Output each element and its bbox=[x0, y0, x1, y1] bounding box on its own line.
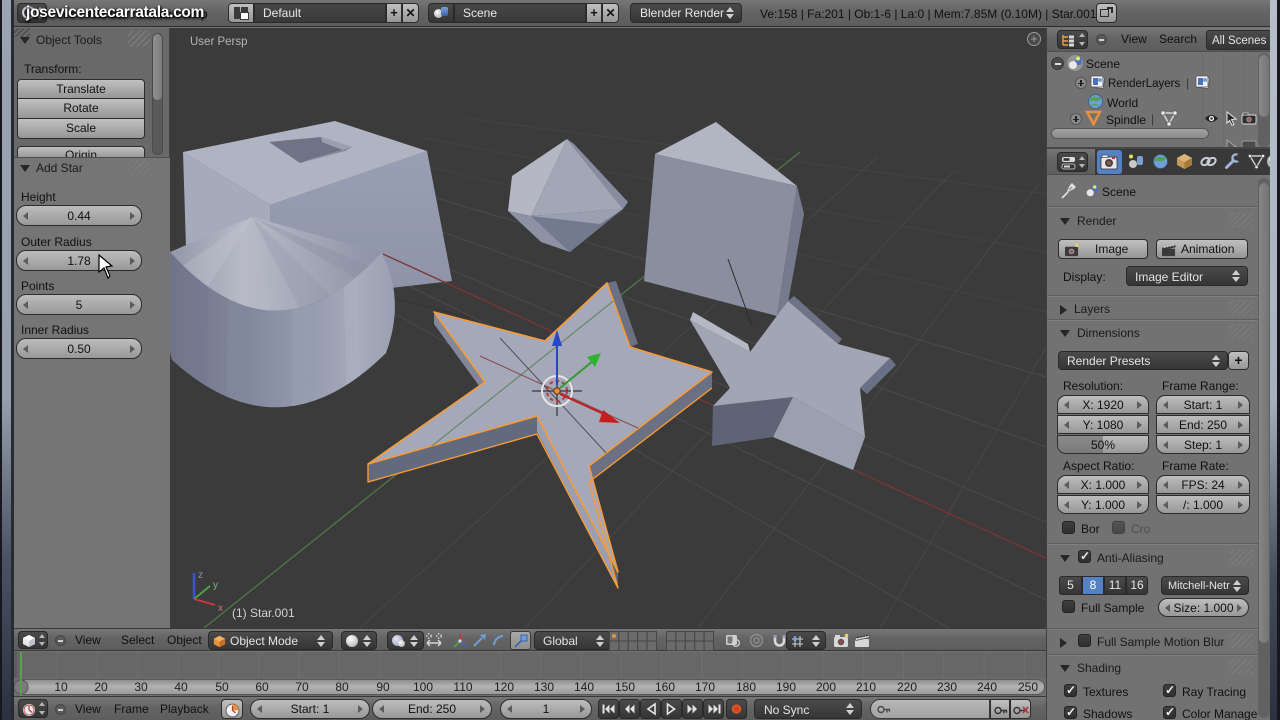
svg-text:10: 10 bbox=[54, 680, 68, 694]
svg-text:120: 120 bbox=[494, 680, 514, 694]
svg-text:60: 60 bbox=[255, 680, 269, 694]
svg-text:180: 180 bbox=[736, 680, 756, 694]
svg-text:x: x bbox=[218, 603, 223, 614]
svg-text:230: 230 bbox=[937, 680, 957, 694]
svg-text:250: 250 bbox=[1018, 680, 1038, 694]
svg-text:y: y bbox=[213, 580, 218, 591]
svg-text:210: 210 bbox=[856, 680, 876, 694]
svg-text:150: 150 bbox=[615, 680, 635, 694]
svg-text:140: 140 bbox=[574, 680, 594, 694]
svg-text:240: 240 bbox=[977, 680, 997, 694]
svg-text:220: 220 bbox=[897, 680, 917, 694]
svg-text:100: 100 bbox=[413, 680, 433, 694]
svg-text:190: 190 bbox=[776, 680, 796, 694]
svg-text:90: 90 bbox=[376, 680, 390, 694]
svg-text:20: 20 bbox=[94, 680, 108, 694]
svg-text:User Persp: User Persp bbox=[190, 36, 248, 48]
svg-text:80: 80 bbox=[335, 680, 349, 694]
svg-text:(1) Star.001: (1) Star.001 bbox=[232, 606, 295, 620]
svg-text:110: 110 bbox=[453, 680, 472, 694]
svg-text:170: 170 bbox=[695, 680, 715, 694]
svg-text:200: 200 bbox=[816, 680, 836, 694]
svg-text:160: 160 bbox=[655, 680, 675, 694]
svg-text:130: 130 bbox=[534, 680, 554, 694]
svg-text:70: 70 bbox=[295, 680, 309, 694]
svg-text:50: 50 bbox=[215, 680, 229, 694]
svg-text:40: 40 bbox=[174, 680, 188, 694]
svg-text:30: 30 bbox=[134, 680, 148, 694]
svg-text:z: z bbox=[198, 570, 203, 581]
